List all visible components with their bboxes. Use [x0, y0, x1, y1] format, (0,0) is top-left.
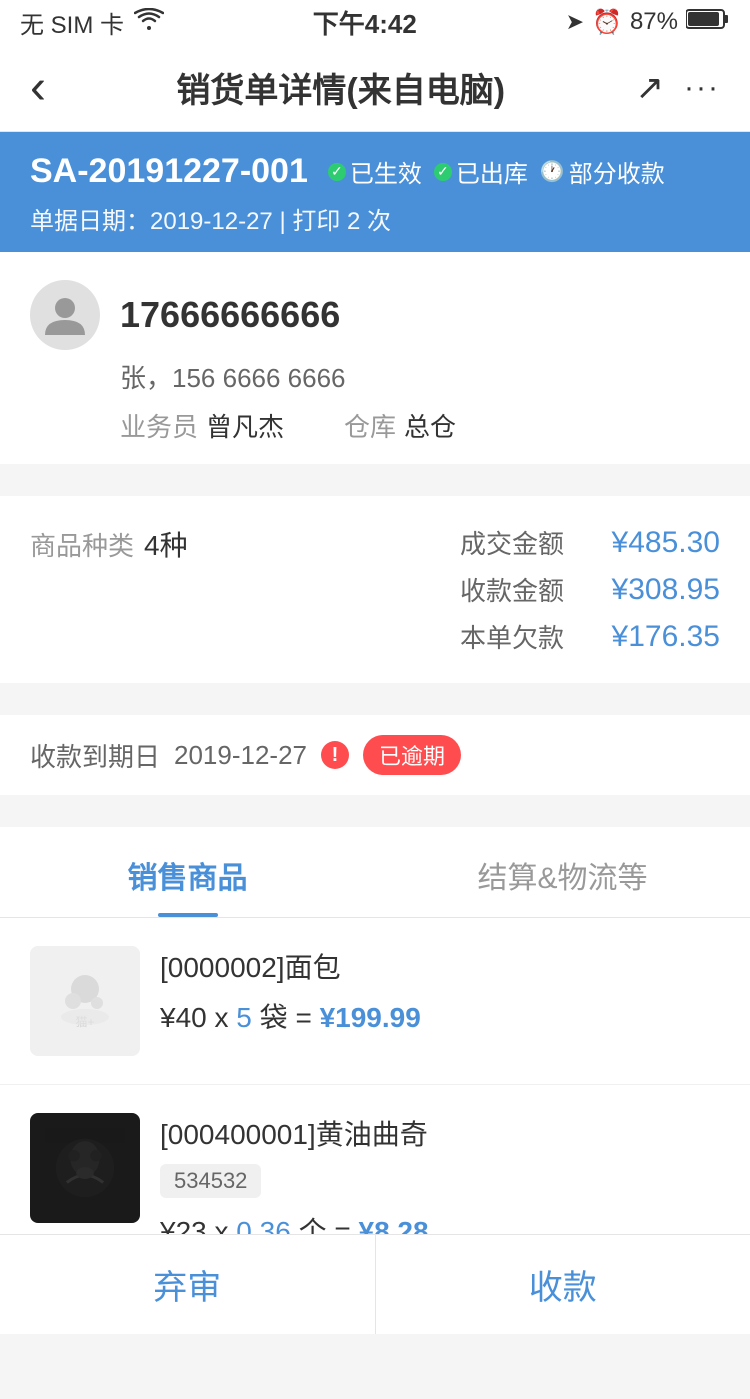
product-types: 商品种类 4种: [30, 524, 188, 564]
wifi-icon: [134, 8, 164, 37]
tabs-section: 销售商品 结算&物流等: [0, 827, 750, 918]
salesperson-value: 曾凡杰: [206, 407, 284, 444]
page-title: 销货单详情(来自电脑): [176, 63, 505, 112]
location-icon: ➤: [566, 9, 584, 35]
warehouse-value: 总仓: [404, 407, 456, 444]
share-icon[interactable]: ↗: [636, 68, 665, 108]
status-time: 下午4:42: [313, 4, 417, 41]
order-id: SA-20191227-001: [30, 152, 308, 191]
confirm-button[interactable]: 收款: [376, 1235, 750, 1334]
received-amount-label: 收款金额: [460, 571, 564, 608]
total-1: ¥199.99: [320, 1002, 421, 1033]
product-image-1: 猫+: [30, 946, 140, 1056]
deal-amount-label: 成交金额: [460, 524, 564, 561]
status-left: 无 SIM 卡: [20, 5, 164, 40]
deal-amount-row: 成交金额 ¥485.30: [460, 524, 720, 561]
bottom-bar: 弃审 收款: [0, 1234, 750, 1334]
unit-1: 袋: [260, 1002, 288, 1033]
active-dot: ✓: [328, 163, 346, 181]
salesperson-label: 业务员: [120, 407, 198, 444]
product-name-1: [0000002]面包: [160, 946, 720, 986]
debt-amount-label: 本单欠款: [460, 618, 564, 655]
status-right: ➤ ⏰ 87%: [566, 8, 730, 37]
product-name-2: [000400001]黄油曲奇: [160, 1113, 720, 1153]
product-image-2: [30, 1113, 140, 1223]
received-amount-value: ¥308.95: [580, 573, 720, 607]
product-price-1: ¥40 x 5 袋 = ¥199.99: [160, 996, 720, 1036]
product-info-2: [000400001]黄油曲奇 534532 ¥23 x 0.36 个 = ¥8…: [160, 1113, 720, 1250]
clock-icon: 🕐: [540, 159, 565, 184]
debt-amount-value: ¥176.35: [580, 620, 720, 654]
overdue-badge: 已逾期: [363, 735, 461, 775]
due-date-label: 收款到期日: [30, 737, 160, 774]
tab-sales-products[interactable]: 销售商品: [0, 827, 375, 917]
shipped-dot: ✓: [434, 163, 452, 181]
status-tags: ✓ 已生效 ✓ 已出库 🕐 部分收款: [328, 154, 665, 189]
deal-amount-value: ¥485.30: [580, 526, 720, 560]
order-date: 单据日期：2019-12-27 | 打印 2 次: [30, 201, 720, 236]
employee-row: 业务员 曾凡杰 仓库 总仓: [120, 407, 720, 444]
alarm-icon: ⏰: [592, 8, 622, 37]
debt-amount-row: 本单欠款 ¥176.35: [460, 618, 720, 655]
reject-button[interactable]: 弃审: [0, 1235, 376, 1334]
tab-settlement[interactable]: 结算&物流等: [375, 827, 750, 917]
carrier-label: 无 SIM 卡: [20, 5, 124, 40]
avatar: [30, 280, 100, 350]
status-partial: 🕐 部分收款: [540, 154, 665, 189]
back-button[interactable]: ‹: [30, 60, 46, 115]
gap-1: [0, 480, 750, 496]
customer-section: 17666666666 张，156 6666 6666 业务员 曾凡杰 仓库 总…: [0, 252, 750, 464]
more-icon[interactable]: ···: [684, 71, 720, 105]
nav-right: ↗ ···: [636, 68, 720, 108]
received-amount-row: 收款金额 ¥308.95: [460, 571, 720, 608]
due-date-value: 2019-12-27: [174, 740, 307, 771]
header-banner: SA-20191227-001 ✓ 已生效 ✓ 已出库 🕐 部分收款 单据日期：…: [0, 132, 750, 252]
products-list: 猫+ [0000002]面包 ¥40 x 5 袋 = ¥199.99: [0, 918, 750, 1279]
product-sku-2: 534532: [160, 1164, 261, 1198]
gap-3: [0, 811, 750, 827]
battery-label: 87%: [630, 8, 678, 36]
nav-bar: ‹ 销货单详情(来自电脑) ↗ ···: [0, 44, 750, 132]
status-active: ✓ 已生效: [328, 154, 422, 189]
status-shipped: ✓ 已出库: [434, 154, 528, 189]
warehouse-label: 仓库: [344, 407, 396, 444]
customer-row: 17666666666: [30, 280, 720, 350]
warning-icon: !: [321, 741, 349, 769]
product-info-1: [0000002]面包 ¥40 x 5 袋 = ¥199.99: [160, 946, 720, 1036]
nav-left: ‹: [30, 60, 46, 115]
qty-1: 5: [236, 1002, 252, 1033]
price-1: ¥40: [160, 1002, 207, 1033]
gap-2: [0, 699, 750, 715]
battery-icon: [686, 8, 730, 37]
order-id-row: SA-20191227-001 ✓ 已生效 ✓ 已出库 🕐 部分收款: [30, 152, 720, 191]
status-bar: 无 SIM 卡 下午4:42 ➤ ⏰ 87%: [0, 0, 750, 44]
product-types-label: 商品种类: [30, 526, 134, 563]
product-item-1: 猫+ [0000002]面包 ¥40 x 5 袋 = ¥199.99: [0, 918, 750, 1085]
due-date-section: 收款到期日 2019-12-27 ! 已逾期: [0, 715, 750, 795]
product-types-value: 4种: [144, 524, 188, 564]
customer-id: 17666666666: [120, 294, 340, 336]
customer-contact: 张，156 6666 6666: [120, 358, 720, 395]
stats-section: 商品种类 4种 成交金额 ¥485.30 收款金额 ¥308.95 本单欠款 ¥…: [0, 496, 750, 683]
amounts-section: 成交金额 ¥485.30 收款金额 ¥308.95 本单欠款 ¥176.35: [460, 524, 720, 655]
